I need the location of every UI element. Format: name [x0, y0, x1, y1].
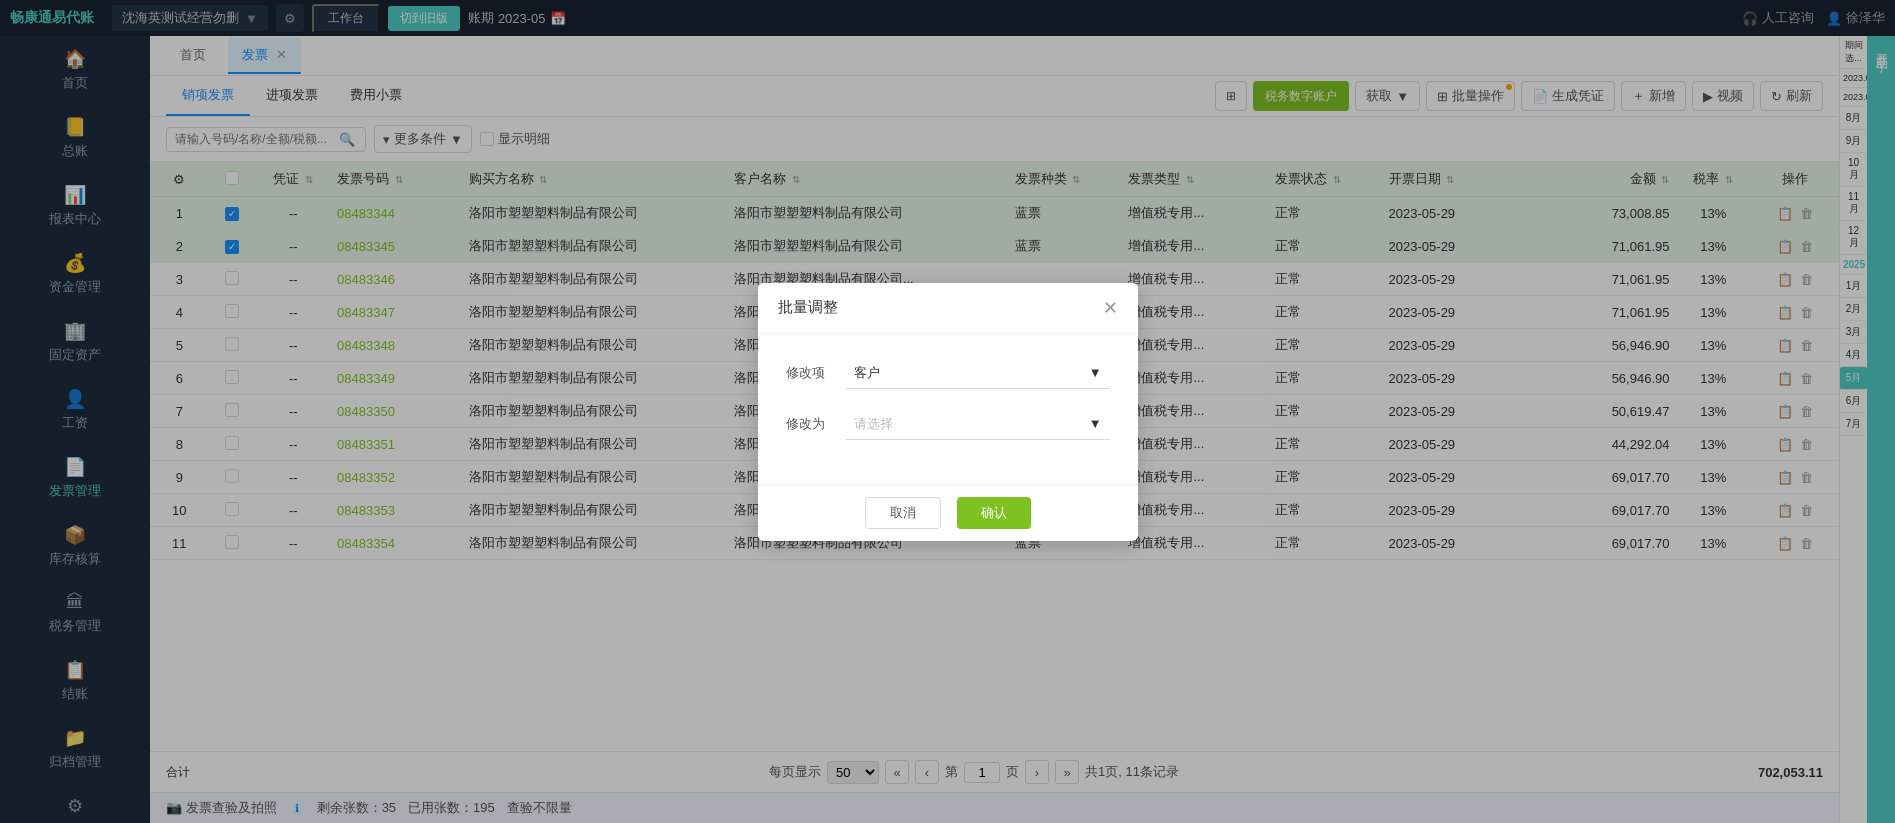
batch-adjust-modal: 批量调整 ✕ 修改项 客户 ▼ 修改为 请选择 ▼ 取消 确认 — [758, 283, 1138, 541]
modal-title: 批量调整 — [778, 298, 838, 317]
modal-field-row: 修改项 客户 ▼ — [786, 358, 1110, 389]
modal-overlay[interactable]: 批量调整 ✕ 修改项 客户 ▼ 修改为 请选择 ▼ 取消 确认 — [0, 0, 1895, 823]
modal-close-btn[interactable]: ✕ — [1103, 297, 1118, 319]
modal-field-label: 修改项 — [786, 364, 846, 382]
modal-field-select[interactable]: 客户 ▼ — [846, 358, 1110, 389]
modal-cancel-btn[interactable]: 取消 — [865, 497, 941, 529]
modal-confirm-btn[interactable]: 确认 — [957, 497, 1031, 529]
modal-footer: 取消 确认 — [758, 484, 1138, 541]
modal-change-row: 修改为 请选择 ▼ — [786, 409, 1110, 440]
modal-body: 修改项 客户 ▼ 修改为 请选择 ▼ — [758, 334, 1138, 484]
modal-header: 批量调整 ✕ — [758, 283, 1138, 334]
modal-change-select[interactable]: 请选择 ▼ — [846, 409, 1110, 440]
modal-field-arrow-icon: ▼ — [1089, 365, 1102, 380]
modal-change-placeholder: 请选择 — [854, 415, 893, 433]
modal-change-arrow-icon: ▼ — [1089, 416, 1102, 431]
modal-change-label: 修改为 — [786, 415, 846, 433]
modal-field-value: 客户 — [854, 364, 880, 382]
